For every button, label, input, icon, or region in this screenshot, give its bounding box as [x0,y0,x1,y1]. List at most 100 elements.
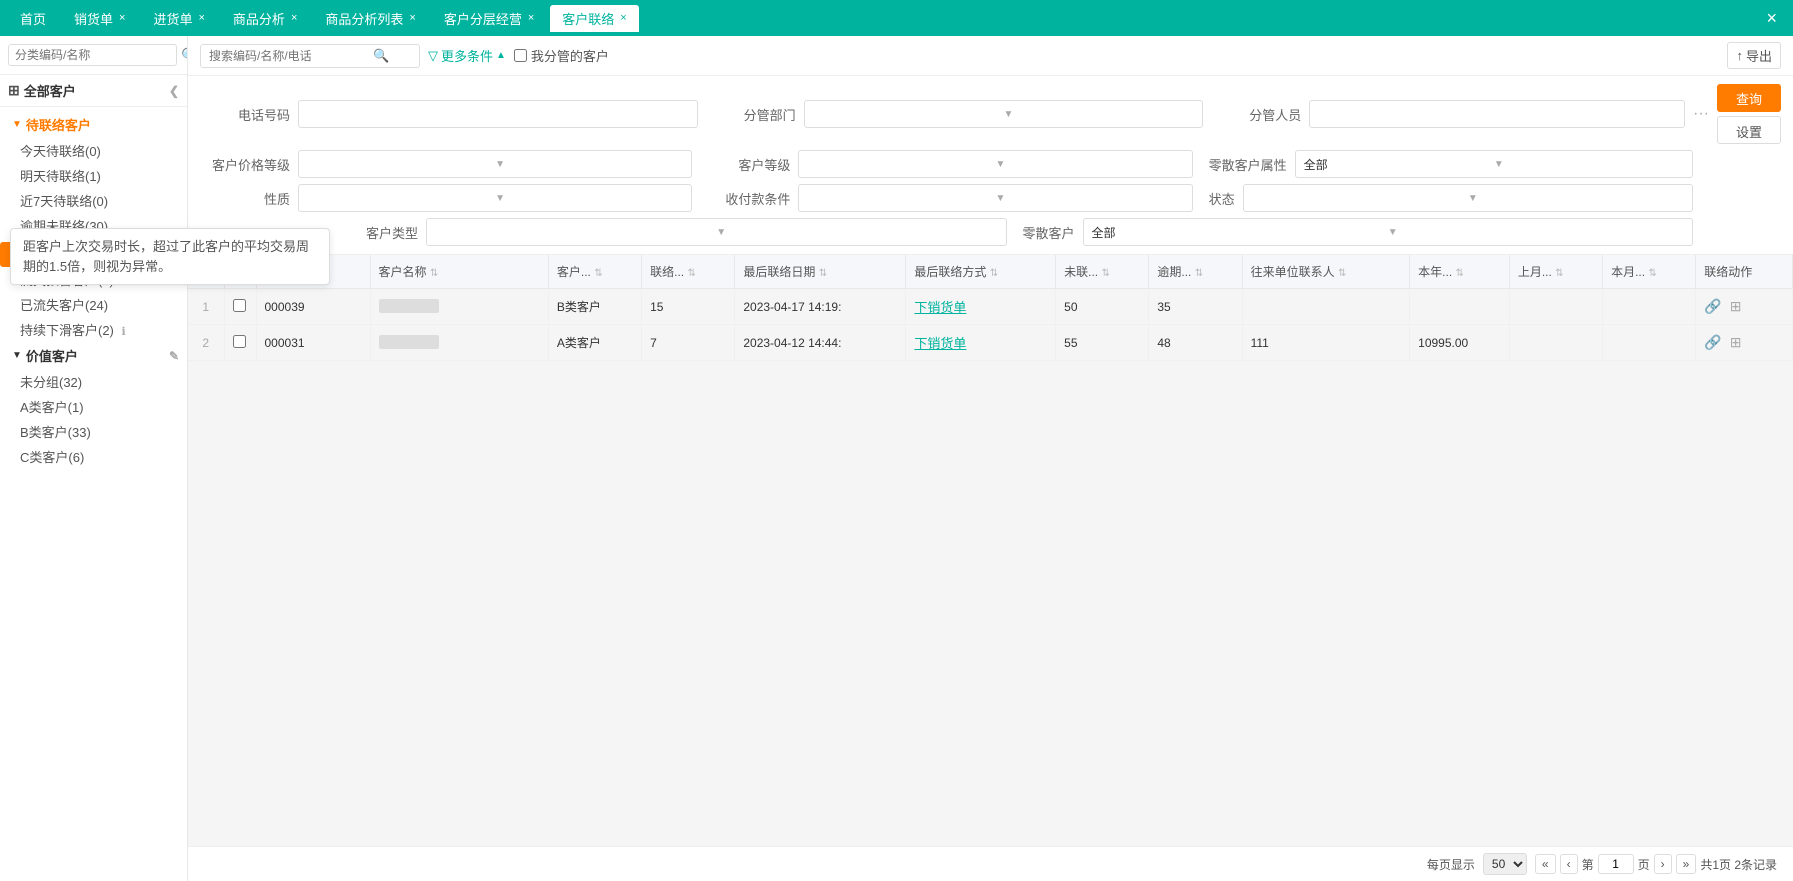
action-icons: 🔗 ⊞ [1704,334,1784,351]
retail-cust-select[interactable]: 全部 ▼ [1083,218,1693,246]
nav-close-purchase[interactable]: × [198,12,204,24]
manager-input[interactable] [1309,100,1685,128]
price-grade-select[interactable]: ▼ [298,150,692,178]
col-action: 联络动作 [1696,255,1793,289]
page-size-select[interactable]: 50 [1483,853,1527,875]
row-code: 000031 [256,325,370,361]
row-no-contact: 50 [1056,289,1149,325]
action-grid-icon[interactable]: ⊞ [1730,298,1742,315]
page-number-input[interactable] [1598,854,1634,874]
cust-grade-label: 客户等级 [700,155,790,174]
prev-page-button[interactable]: ‹ [1560,854,1578,874]
sidebar: 🔍 ⊞ 全部客户 ❮ ▼ 待联络客户 今天待联络(0) 明天待联络(1) 近7天… [0,36,188,881]
retail-attr-select[interactable]: 全部 ▼ [1295,150,1693,178]
sidebar-item-b-class[interactable]: B类客户(33) [0,419,187,444]
manager-more-icon[interactable]: ··· [1693,105,1709,123]
gender-select[interactable]: ▼ [298,184,692,212]
cust-type-label: 客户类型 [328,223,418,242]
more-conditions-button[interactable]: ▽ 更多条件 ▲ [428,46,506,65]
filter-search-icon[interactable]: 🔍 [373,48,389,64]
row-last-date: 2023-04-12 14:44: [735,325,906,361]
sidebar-item-a-class[interactable]: A类客户(1) [0,394,187,419]
nav-item-contact[interactable]: 客户联络 × [550,5,638,32]
filter-row-3: 性质 ▼ 收付款条件 ▼ 状态 [200,184,1781,212]
row-num: 2 [188,325,224,361]
row-contact: 15 [642,289,735,325]
sidebar-item-lost-customers[interactable]: 已流失客户(24) [0,292,187,317]
my-customers-toggle[interactable]: 我分管的客户 [514,46,609,65]
value-group-edit-icon[interactable]: ✎ [169,349,179,363]
row-last-month [1509,289,1602,325]
row-last-method[interactable]: 下销货单 [906,325,1056,361]
value-group-arrow: ▼ [12,350,22,361]
nav-item-purchase[interactable]: 进货单 × [141,5,216,32]
table-row: 1 000039 B类客户 15 2023-04-17 14:19: 下销货单 … [188,289,1793,325]
row-contact-person: 111 [1242,325,1410,361]
sidebar-search-input[interactable] [8,44,177,66]
sidebar-item-unclassified[interactable]: 未分组(32) [0,369,187,394]
nav-item-analysis[interactable]: 商品分析 × [221,5,309,32]
filter-section-cust-type: 客户类型 ▼ [328,218,1007,246]
payment-select[interactable]: ▼ [798,184,1192,212]
sidebar-item-7days[interactable]: 近7天待联络(0) [0,188,187,213]
sidebar-search-icon[interactable]: 🔍 [181,47,188,64]
row-checkbox-cell[interactable] [224,325,256,361]
sidebar-item-today[interactable]: 今天待联络(0) [0,138,187,163]
status-select[interactable]: ▼ [1243,184,1693,212]
next-page-button[interactable]: › [1654,854,1672,874]
nav-close-segment[interactable]: × [528,12,534,24]
table-row: 2 000031 A类客户 7 2023-04-12 14:44: 下销货单 5… [188,325,1793,361]
table-scroll-area[interactable]: ⚙ 客户编码 ⇅ 客户名称 ⇅ 客户... ⇅ 联络... ⇅ 最后联络日期 ⇅… [188,255,1793,846]
all-customers-header[interactable]: ⊞ 全部客户 ❮ [0,75,187,107]
col-overdue: 逾期... ⇅ [1149,255,1242,289]
all-customers-label: 全部客户 [24,81,76,100]
value-group-header[interactable]: ▼ 价值客户 ✎ [0,342,187,369]
sidebar-item-tomorrow[interactable]: 明天待联络(1) [0,163,187,188]
filter-action-col: 查询 设置 [1717,84,1781,144]
settings-button[interactable]: 设置 [1717,116,1781,144]
export-button[interactable]: ↑ 导出 [1727,42,1781,69]
row-last-method[interactable]: 下销货单 [906,289,1056,325]
nav-item-segment[interactable]: 客户分层经营 × [432,5,546,32]
first-page-button[interactable]: « [1535,854,1556,874]
last-method-link[interactable]: 下销货单 [914,336,966,351]
action-link-icon[interactable]: 🔗 [1704,298,1721,315]
nav-close-sales[interactable]: × [119,12,125,24]
sidebar-item-c-class[interactable]: C类客户(6) [0,444,187,469]
nav-item-analysis-list[interactable]: 商品分析列表 × [313,5,427,32]
phone-field[interactable] [307,107,689,121]
last-page-button[interactable]: » [1676,854,1697,874]
row-checkbox[interactable] [233,335,246,348]
row-checkbox[interactable] [233,299,246,312]
filter-search-input[interactable] [209,49,369,63]
action-link-icon[interactable]: 🔗 [1704,334,1721,351]
my-customers-label: 我分管的客户 [531,46,609,65]
window-close-button[interactable]: × [1758,8,1785,29]
row-checkbox-cell[interactable] [224,289,256,325]
my-customers-checkbox[interactable] [514,49,527,62]
pending-group-label: 待联络客户 [26,115,91,134]
cust-grade-select[interactable]: ▼ [798,150,1192,178]
action-grid-icon[interactable]: ⊞ [1730,334,1742,351]
cust-type-select[interactable]: ▼ [426,218,1007,246]
page-size-label: 每页显示 [1427,856,1475,873]
dept-select[interactable]: ▼ [804,100,1204,128]
nav-item-home[interactable]: 首页 [8,5,58,32]
sidebar-collapse-icon[interactable]: ❮ [169,84,179,98]
retail-attr-label: 零散客户属性 [1209,155,1287,174]
sidebar-item-continuous-down[interactable]: 持续下滑客户(2) ℹ [0,317,187,342]
continuous-down-label: 持续下滑客户(2) [20,323,114,338]
table-body: 1 000039 B类客户 15 2023-04-17 14:19: 下销货单 … [188,289,1793,361]
manager-field[interactable] [1318,107,1676,121]
pending-group-header[interactable]: ▼ 待联络客户 [0,111,187,138]
nav-item-sales[interactable]: 销货单 × [62,5,137,32]
top-nav: 首页 销货单 × 进货单 × 商品分析 × 商品分析列表 × 客户分层经营 × … [0,0,1793,36]
nav-close-analysis-list[interactable]: × [409,12,415,24]
last-method-link[interactable]: 下销货单 [914,300,966,315]
query-button[interactable]: 查询 [1717,84,1781,112]
nav-close-analysis[interactable]: × [291,12,297,24]
nav-label-home: 首页 [20,9,46,28]
nav-close-contact[interactable]: × [620,12,626,24]
phone-input[interactable] [298,100,698,128]
row-type: B类客户 [548,289,641,325]
